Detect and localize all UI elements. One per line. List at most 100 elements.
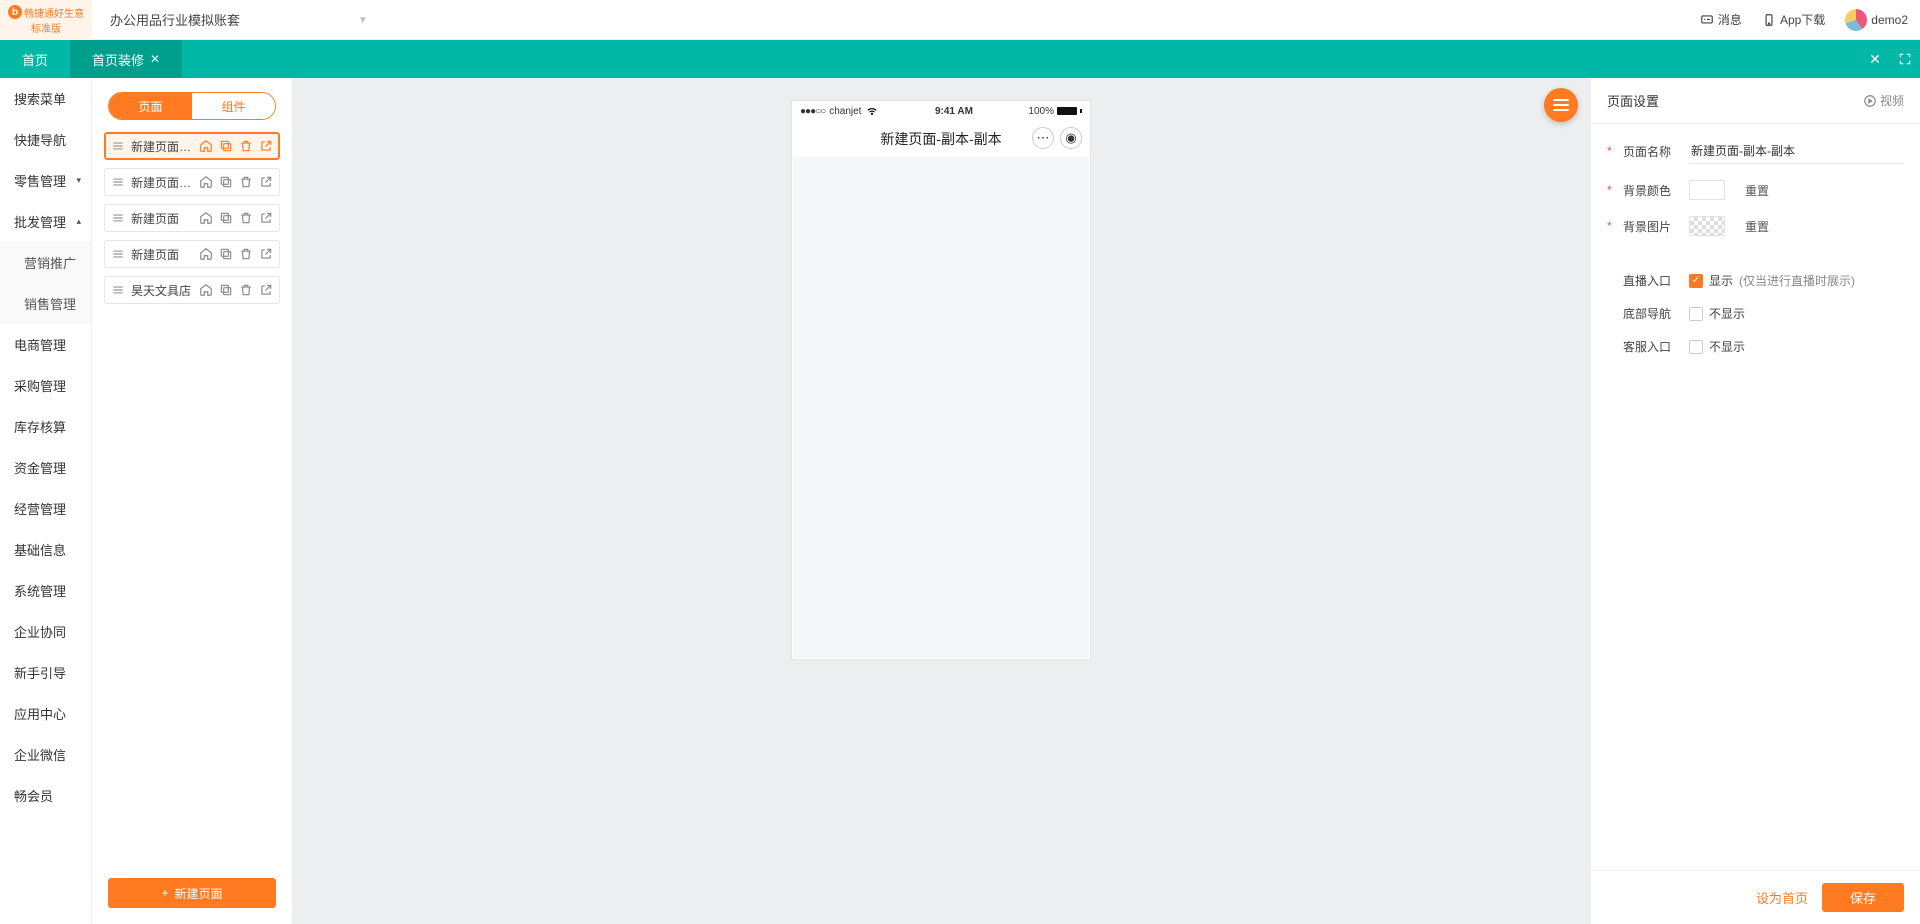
required-icon: * (1607, 219, 1613, 233)
sidebar-item-label: 搜索菜单 (14, 89, 66, 108)
page-row[interactable]: 新建页面 (104, 240, 280, 268)
sidebar-item-retail[interactable]: 零售管理▾ (0, 160, 91, 201)
required-icon: * (1607, 183, 1613, 197)
open-icon[interactable] (259, 139, 273, 153)
drag-handle-icon[interactable] (111, 139, 125, 153)
copy-icon[interactable] (219, 247, 233, 261)
open-icon[interactable] (259, 211, 273, 225)
phone-target-button[interactable]: ◉ (1060, 127, 1082, 149)
home-icon[interactable] (199, 247, 213, 261)
phone-body[interactable] (792, 157, 1090, 659)
drag-handle-icon[interactable] (111, 247, 125, 261)
sidebar-item-basic[interactable]: 基础信息 (0, 529, 91, 570)
sidebar-item-label: 采购管理 (14, 376, 66, 395)
bgcolor-swatch[interactable] (1689, 180, 1725, 200)
sidebar-item-member[interactable]: 畅会员 (0, 775, 91, 816)
page-name-input[interactable]: 新建页面-副本-副本 (1689, 138, 1904, 164)
copy-icon[interactable] (219, 139, 233, 153)
video-help-button[interactable]: 视频 (1863, 92, 1904, 109)
drag-handle-icon[interactable] (111, 283, 125, 297)
messages-button[interactable]: 消息 (1700, 11, 1742, 28)
phone-more-button[interactable]: ⋯ (1032, 127, 1054, 149)
bottom-nav-label: 底部导航 (1623, 305, 1679, 322)
page-row-label[interactable]: 新建页面-副本-… (131, 138, 193, 155)
sidebar-item-label: 畅会员 (14, 786, 53, 805)
sidebar-item-label: 零售管理 (14, 171, 66, 190)
signal-icon: ●●●○○ (800, 106, 825, 117)
page-row[interactable]: 昊天文具店 (104, 276, 280, 304)
home-icon[interactable] (199, 211, 213, 225)
page-row-label[interactable]: 昊天文具店 (131, 282, 193, 299)
brand-edition: 标准版 (31, 20, 61, 35)
home-icon[interactable] (199, 175, 213, 189)
settings-title: 页面设置 (1607, 91, 1659, 110)
tab-decorate[interactable]: 首页装修 ✕ (70, 40, 182, 78)
set-home-button[interactable]: 设为首页 (1756, 883, 1808, 912)
live-entry-chk-label: 显示 (1709, 272, 1733, 289)
cs-entry-checkbox[interactable] (1689, 340, 1703, 354)
sidebar-item-label: 营销推广 (24, 253, 76, 272)
sidebar-item-system[interactable]: 系统管理 (0, 570, 91, 611)
home-icon[interactable] (199, 139, 213, 153)
new-page-label: 新建页面 (175, 885, 223, 902)
phone-preview: ●●●○○ chanjet 9:41 AM 100% (791, 100, 1091, 660)
delete-icon[interactable] (239, 283, 253, 297)
page-row-label[interactable]: 新建页面 (131, 210, 193, 227)
new-page-button[interactable]: + 新建页面 (108, 878, 276, 908)
delete-icon[interactable] (239, 247, 253, 261)
toggle-page-tab[interactable]: 页面 (109, 93, 192, 119)
open-icon[interactable] (259, 283, 273, 297)
tabstrip-fullscreen-button[interactable] (1890, 40, 1920, 78)
bottom-nav-checkbox[interactable] (1689, 307, 1703, 321)
sidebar-item-collab[interactable]: 企业协同 (0, 611, 91, 652)
sidebar-item-marketing[interactable]: 营销推广 (0, 242, 91, 283)
phone-navbar: 新建页面-副本-副本 ⋯ ◉ (792, 121, 1090, 157)
tab-home[interactable]: 首页 (0, 40, 70, 78)
page-row[interactable]: 新建页面-副本-… (104, 132, 280, 160)
sidebar-item-guide[interactable]: 新手引导 (0, 652, 91, 693)
copy-icon[interactable] (219, 175, 233, 189)
app-download-button[interactable]: App下载 (1762, 11, 1825, 28)
sidebar-item-wholesale[interactable]: 批发管理▴ (0, 201, 91, 242)
sidebar-item-inventory[interactable]: 库存核算 (0, 406, 91, 447)
delete-icon[interactable] (239, 175, 253, 189)
user-menu[interactable]: demo2 (1845, 9, 1908, 31)
sidebar-item-search[interactable]: 搜索菜单 (0, 78, 91, 119)
delete-icon[interactable] (239, 211, 253, 225)
bgimage-reset-button[interactable]: 重置 (1745, 218, 1769, 235)
sidebar-item-operations[interactable]: 经营管理 (0, 488, 91, 529)
pages-list: 新建页面-副本-…新建页面-副本新建页面新建页面昊天文具店 (92, 132, 292, 312)
tab-strip: 首页 首页装修 ✕ ✕ (0, 40, 1920, 78)
sidebar-item-sales[interactable]: 销售管理 (0, 283, 91, 324)
home-icon[interactable] (199, 283, 213, 297)
page-row[interactable]: 新建页面 (104, 204, 280, 232)
bgcolor-reset-button[interactable]: 重置 (1745, 182, 1769, 199)
canvas-menu-button[interactable] (1544, 88, 1578, 122)
sidebar-item-ecommerce[interactable]: 电商管理 (0, 324, 91, 365)
page-row-label[interactable]: 新建页面-副本 (131, 174, 193, 191)
account-selector[interactable]: 办公用品行业模拟账套 ▾ (110, 10, 366, 29)
sidebar-item-label: 电商管理 (14, 335, 66, 354)
copy-icon[interactable] (219, 283, 233, 297)
page-row-label[interactable]: 新建页面 (131, 246, 193, 263)
sidebar-item-apps[interactable]: 应用中心 (0, 693, 91, 734)
open-icon[interactable] (259, 175, 273, 189)
sidebar-item-funds[interactable]: 资金管理 (0, 447, 91, 488)
delete-icon[interactable] (239, 139, 253, 153)
close-icon[interactable]: ✕ (150, 52, 160, 66)
save-button[interactable]: 保存 (1822, 883, 1904, 912)
copy-icon[interactable] (219, 211, 233, 225)
page-row[interactable]: 新建页面-副本 (104, 168, 280, 196)
brand-logo[interactable]: b 畅捷通好生意 标准版 (0, 0, 92, 40)
bgimage-swatch[interactable] (1689, 216, 1725, 236)
toggle-component-tab[interactable]: 组件 (192, 93, 275, 119)
tabstrip-close-button[interactable]: ✕ (1860, 40, 1890, 78)
phone-title: 新建页面-副本-副本 (880, 129, 1001, 149)
open-icon[interactable] (259, 247, 273, 261)
live-entry-checkbox[interactable]: ✓ (1689, 274, 1703, 288)
drag-handle-icon[interactable] (111, 211, 125, 225)
sidebar-item-shortcut[interactable]: 快捷导航 (0, 119, 91, 160)
drag-handle-icon[interactable] (111, 175, 125, 189)
sidebar-item-wechat[interactable]: 企业微信 (0, 734, 91, 775)
sidebar-item-procurement[interactable]: 采购管理 (0, 365, 91, 406)
